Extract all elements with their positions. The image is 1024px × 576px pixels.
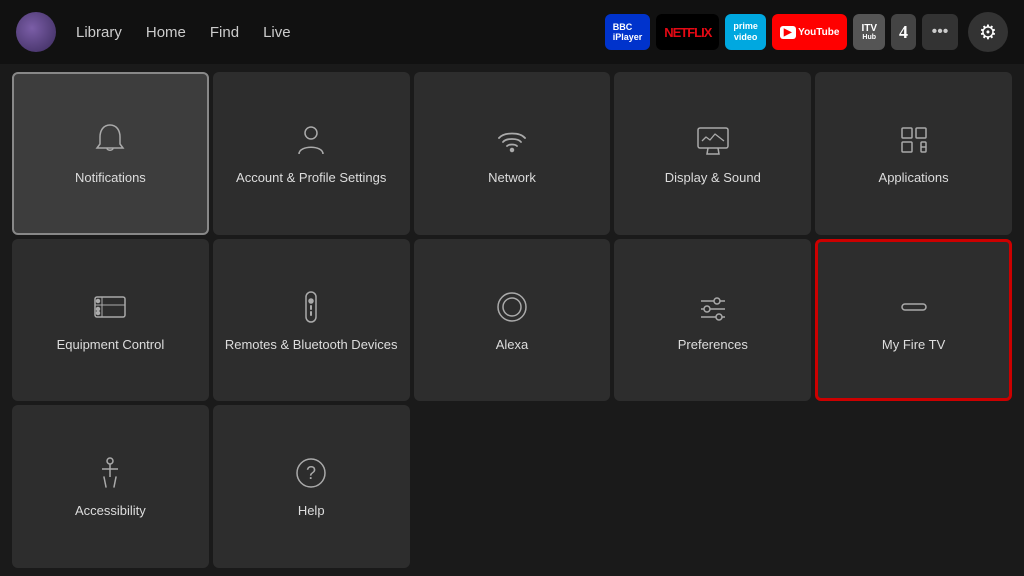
- avatar[interactable]: [16, 12, 56, 52]
- nav-links: Library Home Find Live: [76, 24, 291, 41]
- apps-icon: [894, 120, 934, 160]
- more-apps-button[interactable]: •••: [922, 14, 958, 50]
- tile-display-sound-label: Display & Sound: [665, 170, 761, 187]
- tile-preferences[interactable]: Preferences: [614, 239, 811, 402]
- itv-app[interactable]: ITVHub: [853, 14, 885, 50]
- settings-grid: Notifications Account & Profile Settings…: [0, 64, 1024, 576]
- settings-button[interactable]: ⚙: [968, 12, 1008, 52]
- tile-account[interactable]: Account & Profile Settings: [213, 72, 410, 235]
- alexa-icon: [492, 287, 532, 327]
- tile-accessibility-label: Accessibility: [75, 503, 146, 520]
- accessibility-icon: [90, 453, 130, 493]
- tile-alexa[interactable]: Alexa: [414, 239, 611, 402]
- tile-account-label: Account & Profile Settings: [236, 170, 386, 187]
- tile-remotes-bluetooth-label: Remotes & Bluetooth Devices: [225, 337, 398, 354]
- remote-icon: [291, 287, 331, 327]
- tile-display-sound[interactable]: Display & Sound: [614, 72, 811, 235]
- nav-library[interactable]: Library: [76, 24, 122, 41]
- tile-applications-label: Applications: [879, 170, 949, 187]
- tile-notifications[interactable]: Notifications: [12, 72, 209, 235]
- tile-my-fire-tv[interactable]: My Fire TV: [815, 239, 1012, 402]
- youtube-app[interactable]: ▶ YouTube: [772, 14, 848, 50]
- tv-icon: [90, 287, 130, 327]
- top-navigation: Library Home Find Live BBCiPlayer NETFLI…: [0, 0, 1024, 64]
- tile-accessibility[interactable]: Accessibility: [12, 405, 209, 568]
- tile-equipment-control[interactable]: Equipment Control: [12, 239, 209, 402]
- svg-text:?: ?: [306, 463, 316, 483]
- tile-equipment-control-label: Equipment Control: [57, 337, 165, 354]
- tile-notifications-label: Notifications: [75, 170, 146, 187]
- tile-help[interactable]: ? Help: [213, 405, 410, 568]
- display-icon: [693, 120, 733, 160]
- prime-video-app[interactable]: primevideo: [725, 14, 766, 50]
- nav-live[interactable]: Live: [263, 24, 291, 41]
- tile-applications[interactable]: Applications: [815, 72, 1012, 235]
- tile-preferences-label: Preferences: [678, 337, 748, 354]
- tile-alexa-label: Alexa: [496, 337, 529, 354]
- firetv-icon: [894, 287, 934, 327]
- tile-network-label: Network: [488, 170, 536, 187]
- gear-icon: ⚙: [979, 20, 997, 45]
- app-icons-bar: BBCiPlayer NETFLIX primevideo ▶ YouTube …: [605, 12, 1008, 52]
- tile-network[interactable]: Network: [414, 72, 611, 235]
- wifi-icon: [492, 120, 532, 160]
- bbc-iplayer-app[interactable]: BBCiPlayer: [605, 14, 651, 50]
- help-icon: ?: [291, 453, 331, 493]
- nav-home[interactable]: Home: [146, 24, 186, 41]
- tile-my-fire-tv-label: My Fire TV: [882, 337, 945, 354]
- nav-find[interactable]: Find: [210, 24, 239, 41]
- bell-icon: [90, 120, 130, 160]
- person-icon: [291, 120, 331, 160]
- channel4-app[interactable]: 4: [891, 14, 916, 50]
- sliders-icon: [693, 287, 733, 327]
- netflix-app[interactable]: NETFLIX: [656, 14, 719, 50]
- tile-remotes-bluetooth[interactable]: Remotes & Bluetooth Devices: [213, 239, 410, 402]
- tile-help-label: Help: [298, 503, 325, 520]
